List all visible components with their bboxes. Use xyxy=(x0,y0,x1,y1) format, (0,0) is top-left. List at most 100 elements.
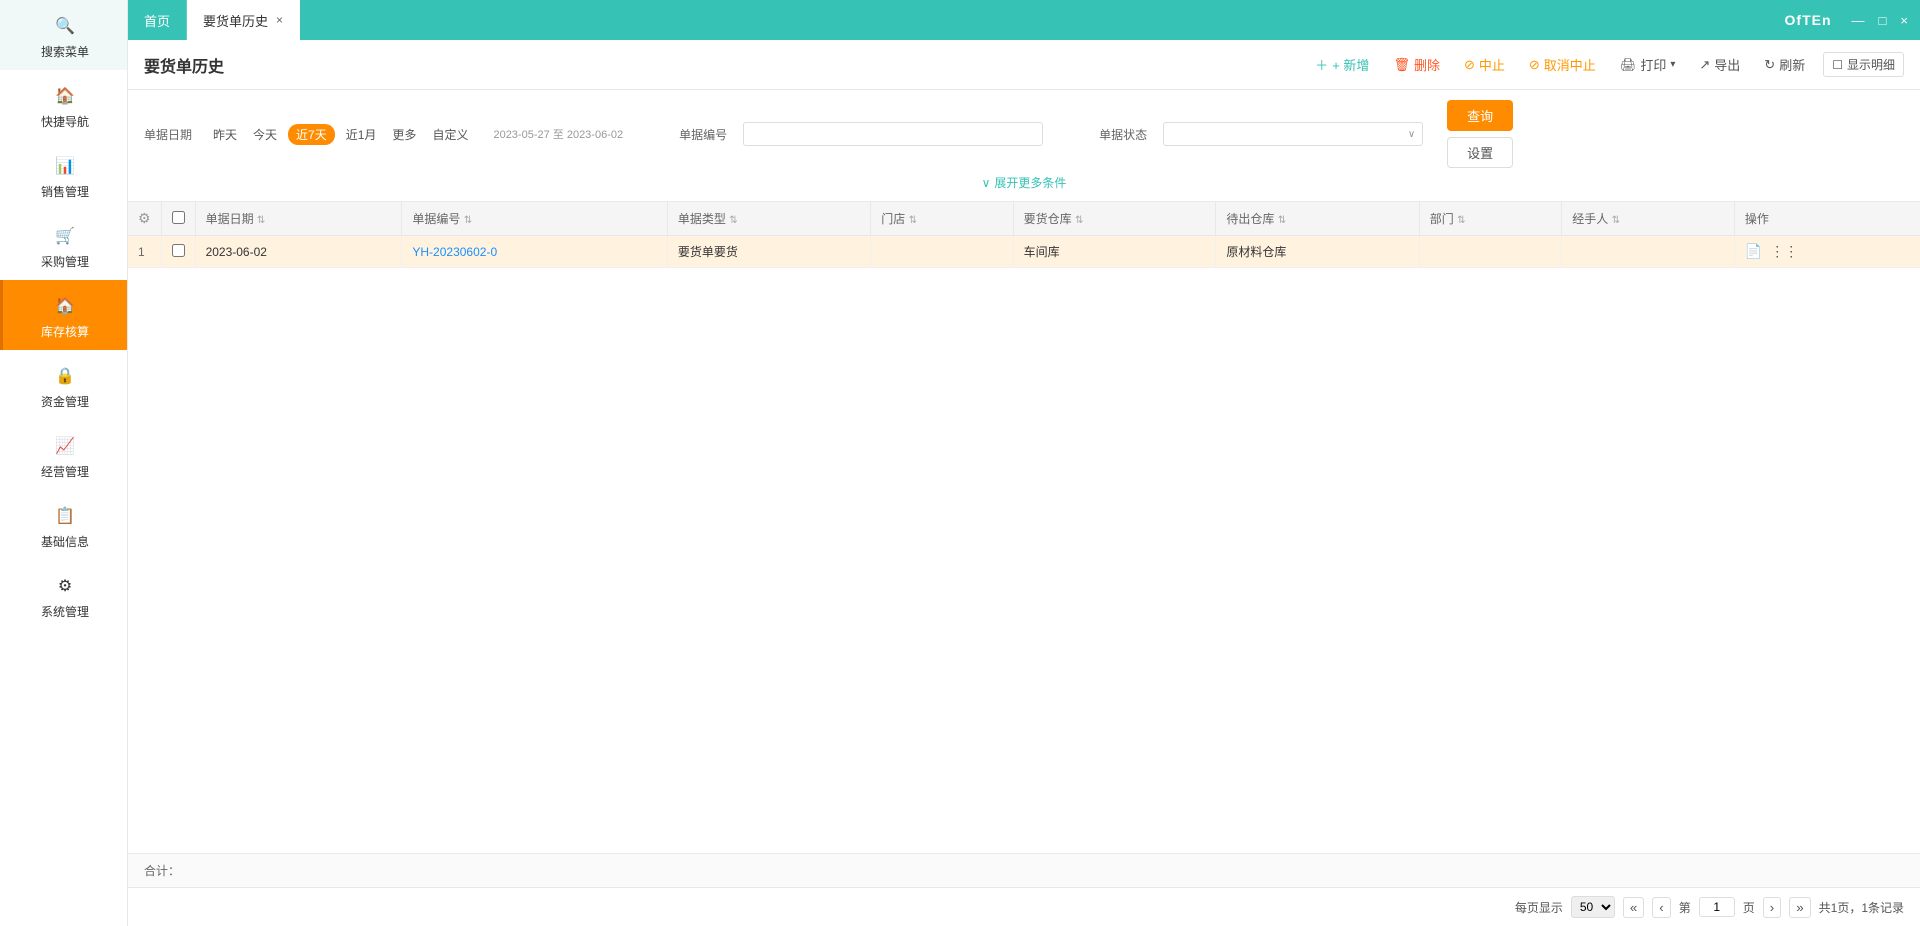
pagination-bar: 每页显示 50 « ‹ 第 页 › » 共1页，1条记录 xyxy=(128,887,1920,926)
sidebar-item-finance[interactable]: 🔒 资金管理 xyxy=(0,350,127,420)
page-number-input[interactable] xyxy=(1699,897,1735,917)
status-select-wrapper xyxy=(1163,122,1423,146)
action-icons: 📄 ⋮⋮ xyxy=(1745,243,1910,260)
sidebar-item-purchase[interactable]: 🛒 采购管理 xyxy=(0,210,127,280)
print-button[interactable]: 🖨 打印 ▾ xyxy=(1614,51,1682,78)
select-all-checkbox[interactable] xyxy=(172,211,185,224)
sidebar-item-system[interactable]: ⚙ 系统管理 xyxy=(0,560,127,630)
next-page-button[interactable]: › xyxy=(1763,897,1781,918)
date-shortcut-custom[interactable]: 自定义 xyxy=(427,124,473,145)
export-button[interactable]: ↗ 导出 xyxy=(1693,51,1746,78)
sidebar-item-label: 库存核算 xyxy=(41,323,89,340)
date-shortcut-7days[interactable]: 近7天 xyxy=(288,124,335,145)
page-size-select[interactable]: 50 xyxy=(1571,896,1615,918)
data-table: ⚙ 单据日期 ⇅ 单据编号 ⇅ xyxy=(128,202,1920,268)
table-body: 1 2023-06-02 YH-20230602-0 要货单要货 车间库 原材料… xyxy=(128,236,1920,268)
expand-more-button[interactable]: ∨ 展开更多条件 xyxy=(144,174,1904,191)
sort-pendwh-icon[interactable]: ⇅ xyxy=(1278,215,1286,226)
sidebar-item-search[interactable]: 🔍 搜索菜单 xyxy=(0,0,127,70)
date-label: 单据日期 xyxy=(144,126,192,143)
checkbox-col-header xyxy=(161,202,195,236)
more-action-icon[interactable]: ⋮⋮ xyxy=(1770,243,1798,260)
window-maximize-button[interactable]: □ xyxy=(1879,13,1887,28)
status-select[interactable] xyxy=(1163,122,1423,146)
total-info: 共1页，1条记录 xyxy=(1819,899,1904,916)
print-dropdown-icon: ▾ xyxy=(1670,59,1675,70)
sidebar-item-label: 销售管理 xyxy=(41,183,89,200)
col-store: 门店 ⇅ xyxy=(871,202,1013,236)
page-suffix: 页 xyxy=(1743,899,1755,916)
sort-doctype-icon[interactable]: ⇅ xyxy=(729,215,737,226)
sort-dept-icon[interactable]: ⇅ xyxy=(1457,215,1465,226)
brand-logo: OfTEn xyxy=(1785,12,1832,28)
sort-date-icon[interactable]: ⇅ xyxy=(257,215,265,226)
date-range-text: 2023-05-27 至 2023-06-02 xyxy=(493,126,623,142)
page-size-label: 每页显示 xyxy=(1515,899,1563,916)
date-shortcut-more[interactable]: 更多 xyxy=(387,124,421,145)
prev-page-button[interactable]: ‹ xyxy=(1652,897,1670,918)
stop-icon: ⊘ xyxy=(1464,57,1475,73)
col-pending-warehouse: 待出仓库 ⇅ xyxy=(1216,202,1419,236)
table-header-row: ⚙ 单据日期 ⇅ 单据编号 ⇅ xyxy=(128,202,1920,236)
summary-bar: 合计： xyxy=(128,853,1920,887)
table-row: 1 2023-06-02 YH-20230602-0 要货单要货 车间库 原材料… xyxy=(128,236,1920,268)
sort-store-icon[interactable]: ⇅ xyxy=(909,215,917,226)
sidebar-item-shortcut[interactable]: 🏠 快捷导航 xyxy=(0,70,127,140)
summary-label: 合计： xyxy=(144,864,180,878)
sort-handler-icon[interactable]: ⇅ xyxy=(1612,215,1620,226)
edit-action-icon[interactable]: 📄 xyxy=(1745,243,1762,260)
sidebar-item-base[interactable]: 📋 基础信息 xyxy=(0,490,127,560)
doc-no-link[interactable]: YH-20230602-0 xyxy=(412,245,497,259)
row-reqwh-cell: 车间库 xyxy=(1013,236,1216,268)
table-settings-icon[interactable]: ⚙ xyxy=(138,210,151,226)
cancel-stop-icon: ⊘ xyxy=(1529,57,1540,73)
refresh-button[interactable]: ↻ 刷新 xyxy=(1758,51,1811,78)
close-tab-button[interactable]: × xyxy=(276,13,283,27)
query-button[interactable]: 查询 xyxy=(1447,100,1513,131)
row-dept-cell xyxy=(1419,236,1561,268)
date-shortcut-1month[interactable]: 近1月 xyxy=(341,124,382,145)
col-date: 单据日期 ⇅ xyxy=(195,202,402,236)
row-checkbox[interactable] xyxy=(172,244,185,257)
filter-actions: 查询 设置 xyxy=(1447,100,1513,168)
new-button[interactable]: ＋ + 新增 xyxy=(1309,51,1375,78)
first-page-button[interactable]: « xyxy=(1623,897,1644,918)
sidebar-item-sales[interactable]: 📊 销售管理 xyxy=(0,140,127,210)
sidebar-item-label: 资金管理 xyxy=(41,393,89,410)
row-doctype-cell: 要货单要货 xyxy=(667,236,870,268)
row-handler-cell xyxy=(1562,236,1735,268)
delete-icon: 🗑 xyxy=(1393,57,1410,73)
topbar-right: OfTEn — □ × xyxy=(1773,12,1920,28)
export-icon: ↗ xyxy=(1699,57,1710,73)
row-checkbox-cell xyxy=(161,236,195,268)
col-department: 部门 ⇅ xyxy=(1419,202,1561,236)
show-detail-button[interactable]: ☐ 显示明细 xyxy=(1823,52,1904,77)
setting-button[interactable]: 设置 xyxy=(1447,137,1513,168)
cancel-stop-button[interactable]: ⊘ 取消中止 xyxy=(1523,51,1602,78)
last-page-button[interactable]: » xyxy=(1789,897,1810,918)
new-icon: ＋ xyxy=(1315,55,1328,74)
window-close-button[interactable]: × xyxy=(1900,13,1908,28)
row-store-cell xyxy=(871,236,1013,268)
doc-no-input[interactable] xyxy=(743,122,1043,146)
date-shortcut-today[interactable]: 今天 xyxy=(248,124,282,145)
tab-home[interactable]: 首页 xyxy=(128,0,187,40)
delete-button[interactable]: 🗑 删除 xyxy=(1387,51,1446,78)
window-minimize-button[interactable]: — xyxy=(1852,13,1865,28)
date-shortcut-yesterday[interactable]: 昨天 xyxy=(208,124,242,145)
refresh-icon: ↻ xyxy=(1764,57,1775,73)
col-action: 操作 xyxy=(1734,202,1920,236)
sort-docno-icon[interactable]: ⇅ xyxy=(464,215,472,226)
sort-reqwh-icon[interactable]: ⇅ xyxy=(1075,215,1083,226)
operation-icon: 📈 xyxy=(53,434,77,458)
purchase-icon: 🛒 xyxy=(53,224,77,248)
sidebar-item-inventory[interactable]: 🏠 库存核算 xyxy=(0,280,127,350)
page-prefix: 第 xyxy=(1679,899,1691,916)
sidebar-item-label: 基础信息 xyxy=(41,533,89,550)
sidebar-item-label: 快捷导航 xyxy=(41,113,89,130)
sidebar-item-operation[interactable]: 📈 经营管理 xyxy=(0,420,127,490)
tab-active[interactable]: 要货单历史 × xyxy=(187,0,300,40)
stop-button[interactable]: ⊘ 中止 xyxy=(1458,51,1511,78)
sidebar: 🔍 搜索菜单 🏠 快捷导航 📊 销售管理 🛒 采购管理 🏠 库存核算 🔒 资金管… xyxy=(0,0,128,926)
col-doc-type: 单据类型 ⇅ xyxy=(667,202,870,236)
